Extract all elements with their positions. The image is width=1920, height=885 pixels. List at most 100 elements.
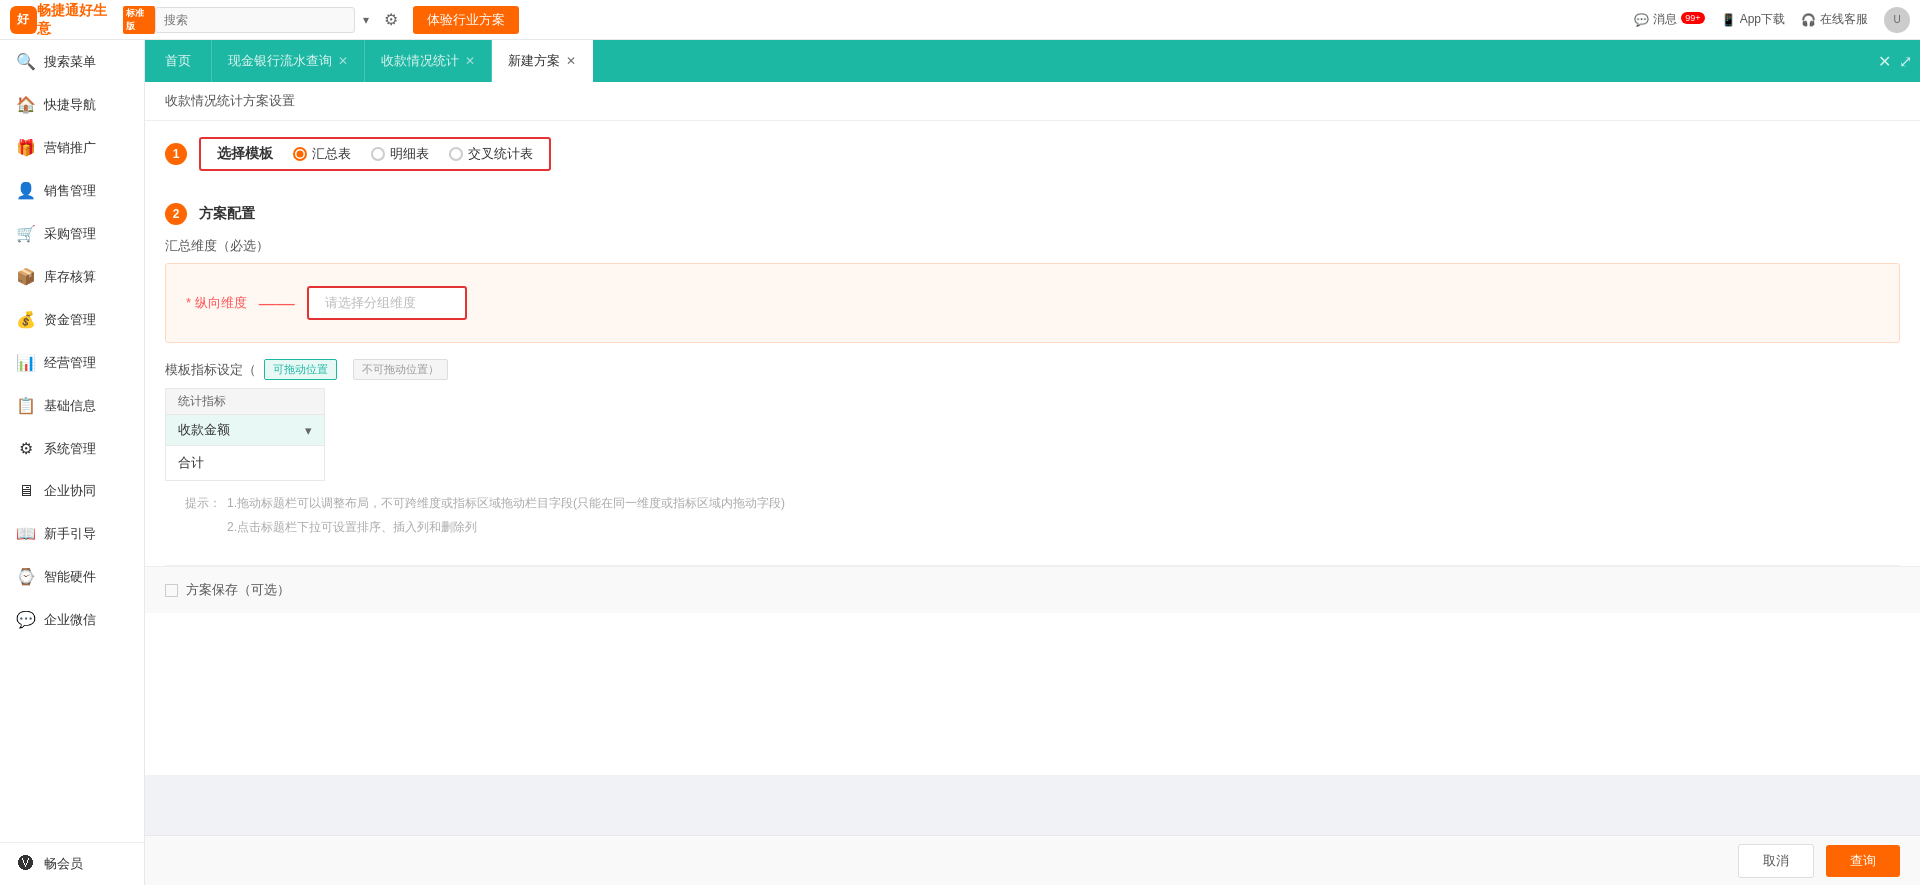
radio-circle-summary [293,147,307,161]
sidebar-item-nav[interactable]: 🏠 快捷导航 [0,83,144,126]
notification-badge: 99+ [1681,12,1704,24]
save-label: 方案保存（可选） [186,581,290,599]
step1-badge: 1 [165,143,187,165]
radio-cross[interactable]: 交叉统计表 [449,145,533,163]
content-area: 首页 现金银行流水查询 ✕ 收款情况统计 ✕ 新建方案 ✕ ✕ ⤢ [145,40,1920,885]
total-row: 合计 [166,446,324,480]
save-option-section: 方案保存（可选） [145,566,1920,613]
config-section: 2 方案配置 汇总维度（必选） * 纵向维度 —— 请选择分组维度 [145,203,1920,565]
top-bar: 好 畅捷通好生意 标准版 ▾ ⚙ 体验行业方案 💬 消息 99+ 📱 App下载… [0,0,1920,40]
sidebar: 🔍 搜索菜单 🏠 快捷导航 🎁 营销推广 👤 销售管理 🛒 采购管理 📦 库存核… [0,40,145,885]
page-footer: 取消 查询 [145,835,1920,885]
download-item[interactable]: 📱 App下载 [1721,11,1785,28]
dimension-row: * 纵向维度 —— 请选择分组维度 [186,286,467,320]
guide-icon: 📖 [16,524,36,543]
sidebar-item-member[interactable]: 🅥 畅会员 [0,842,144,885]
tip-line-1: 提示： 1.拖动标题栏可以调整布局，不可跨维度或指标区域拖动栏目字段(只能在同一… [185,491,1880,515]
sidebar-item-hardware[interactable]: ⌚ 智能硬件 [0,555,144,598]
logo-badge: 标准版 [123,6,155,34]
top-bar-middle: ▾ ⚙ 体验行业方案 [155,6,1634,34]
cancel-button[interactable]: 取消 [1738,844,1814,878]
radio-detail[interactable]: 明细表 [371,145,429,163]
sidebar-item-system[interactable]: ⚙ 系统管理 [0,427,144,470]
template-section: 1 选择模板 汇总表 明细表 [145,121,1920,203]
sidebar-item-purchase[interactable]: 🛒 采购管理 [0,212,144,255]
col-header-row: 收款金额 ▾ [166,415,324,446]
collab-icon: 🖥 [16,482,36,500]
chart-icon: 📊 [16,353,36,372]
tab-receipts[interactable]: 收款情况统计 ✕ [365,40,492,82]
dropdown-arrow[interactable]: ▾ [363,13,369,27]
page-content: 收款情况统计方案设置 1 选择模板 汇总表 [145,82,1920,835]
step2-badge: 2 [165,203,187,225]
wechat-icon: 💬 [16,610,36,629]
member-icon: 🅥 [16,855,36,873]
tab-close-new-plan[interactable]: ✕ [566,54,576,68]
step1-label: 选择模板 [217,145,273,163]
logo-area: 好 畅捷通好生意 标准版 [10,0,155,39]
tab-close-receipts[interactable]: ✕ [465,54,475,68]
indicator-title-text: 模板指标设定（ [165,361,256,379]
trial-button[interactable]: 体验行业方案 [413,6,519,34]
sidebar-item-search[interactable]: 🔍 搜索菜单 [0,40,144,83]
sidebar-item-management[interactable]: 📊 经营管理 [0,341,144,384]
dimension-selector[interactable]: 请选择分组维度 [307,286,467,320]
no-drag-badge: 不可拖动位置） [353,359,448,380]
money-icon: 💰 [16,310,36,329]
logo-text: 畅捷通好生意 标准版 [37,2,155,38]
sidebar-item-marketing[interactable]: 🎁 营销推广 [0,126,144,169]
radio-summary[interactable]: 汇总表 [293,145,351,163]
breadcrumb: 收款情况统计方案设置 [145,82,1920,121]
dimension-title: 汇总维度（必选） [165,237,1900,255]
gift-icon: 🎁 [16,138,36,157]
sidebar-item-collab[interactable]: 🖥 企业协同 [0,470,144,512]
col-dropdown-icon[interactable]: ▾ [305,423,312,438]
dimension-area: * 纵向维度 —— 请选择分组维度 [165,263,1900,343]
step1-row: 1 选择模板 汇总表 明细表 [165,137,1900,171]
arrow-icon: —— [259,293,295,314]
close-window-icon[interactable]: ✕ [1878,52,1891,71]
tab-cashflow[interactable]: 现金银行流水查询 ✕ [212,40,365,82]
save-checkbox[interactable] [165,584,178,597]
service-item[interactable]: 🎧 在线客服 [1801,11,1868,28]
message-icon: 💬 [1634,13,1649,27]
tab-bar-right: ✕ ⤢ [1878,40,1920,82]
system-icon: ⚙ [16,439,36,458]
tips-section: 提示： 1.拖动标题栏可以调整布局，不可跨维度或指标区域拖动栏目字段(只能在同一… [165,481,1900,549]
search-input[interactable] [155,7,355,33]
sidebar-item-sales[interactable]: 👤 销售管理 [0,169,144,212]
template-options-box: 选择模板 汇总表 明细表 交叉统计表 [199,137,551,171]
sidebar-item-basic[interactable]: 📋 基础信息 [0,384,144,427]
main-layout: 🔍 搜索菜单 🏠 快捷导航 🎁 营销推广 👤 销售管理 🛒 采购管理 📦 库存核… [0,40,1920,885]
tab-close-cashflow[interactable]: ✕ [338,54,348,68]
indicator-header: 模板指标设定（ 可拖动位置 不可拖动位置） [165,359,1900,380]
sales-icon: 👤 [16,181,36,200]
tab-bar: 首页 现金银行流水查询 ✕ 收款情况统计 ✕ 新建方案 ✕ ✕ ⤢ [145,40,1920,82]
tip-line-2: 提示： 2.点击标题栏下拉可设置排序、插入列和删除列 [185,515,1880,539]
sidebar-item-wechat[interactable]: 💬 企业微信 [0,598,144,641]
avatar[interactable]: U [1884,7,1910,33]
top-bar-right: 💬 消息 99+ 📱 App下载 🎧 在线客服 U [1634,7,1910,33]
notification-item[interactable]: 💬 消息 99+ [1634,11,1704,28]
sidebar-item-inventory[interactable]: 📦 库存核算 [0,255,144,298]
drag-badge: 可拖动位置 [264,359,337,380]
step2-row: 2 方案配置 [165,203,1900,225]
search-icon: 🔍 [16,52,36,71]
stat-indicator-title: 统计指标 [166,389,324,415]
indicator-table: 统计指标 收款金额 ▾ 合计 [165,388,325,481]
sidebar-item-finance[interactable]: 💰 资金管理 [0,298,144,341]
info-icon: 📋 [16,396,36,415]
tab-new-plan[interactable]: 新建方案 ✕ [492,40,593,82]
indicator-section: 模板指标设定（ 可拖动位置 不可拖动位置） 统计指标 收款金额 ▾ 合计 [165,359,1900,481]
step2-label: 方案配置 [199,205,255,223]
expand-icon[interactable]: ⤢ [1899,52,1912,71]
gear-icon[interactable]: ⚙ [377,6,405,34]
page-inner: 收款情况统计方案设置 1 选择模板 汇总表 [145,82,1920,775]
tab-home[interactable]: 首页 [145,40,212,82]
radio-circle-detail [371,147,385,161]
service-icon: 🎧 [1801,13,1816,27]
radio-circle-cross [449,147,463,161]
sidebar-item-guide[interactable]: 📖 新手引导 [0,512,144,555]
query-button[interactable]: 查询 [1826,845,1900,877]
home-icon: 🏠 [16,95,36,114]
